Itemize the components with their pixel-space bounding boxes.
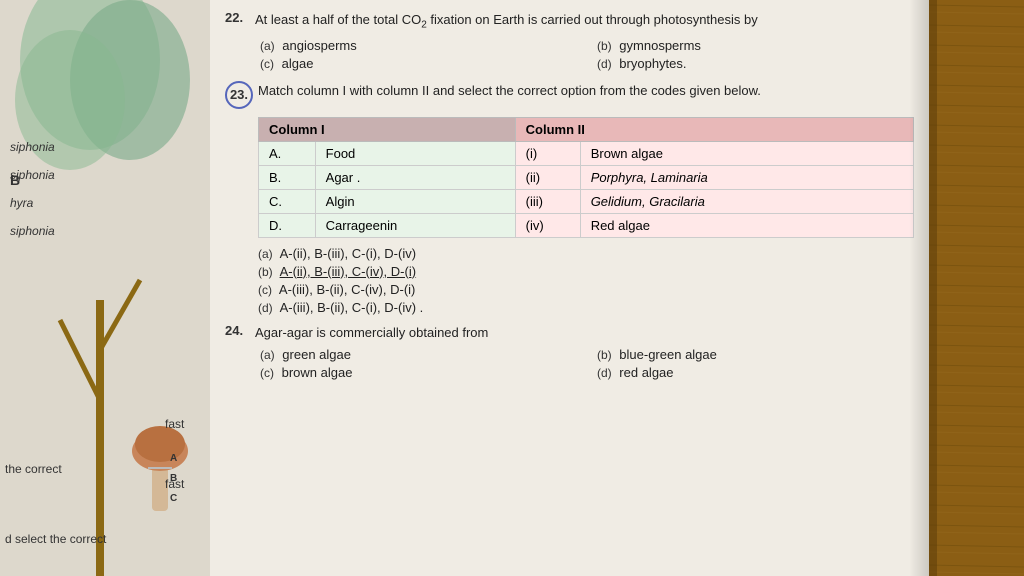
table-row: C. Algin (iii) Gelidium, Gracilaria bbox=[259, 189, 914, 213]
col1-header: Column I bbox=[259, 117, 516, 141]
row4-col2-label: (iv) bbox=[515, 213, 580, 237]
question-22: 22. At least a half of the total CO2 fix… bbox=[225, 10, 914, 71]
q22-text: At least a half of the total CO2 fixatio… bbox=[255, 10, 914, 33]
option-a: (a) angiosperms bbox=[260, 38, 577, 53]
row1-col2-label: (i) bbox=[515, 141, 580, 165]
row2-col1: Agar . bbox=[315, 165, 515, 189]
svg-text:C: C bbox=[170, 493, 177, 504]
q24-options: (a) green algae (b) blue-green algae (c)… bbox=[255, 347, 914, 380]
fast-label-2: fast bbox=[165, 477, 184, 491]
sidebar-label-3: hyra bbox=[10, 196, 55, 210]
sidebar-labels: siphonia siphonia hyra siphonia bbox=[10, 140, 55, 238]
row4-col2: Red algae bbox=[580, 213, 913, 237]
match-table: Column I Column II A. Food (i) Brown alg… bbox=[258, 117, 914, 238]
row1-col1: Food bbox=[315, 141, 515, 165]
table-row: B. Agar . (ii) Porphyra, Laminaria bbox=[259, 165, 914, 189]
row3-col1-label: C. bbox=[259, 189, 316, 213]
col2-header: Column II bbox=[515, 117, 913, 141]
q23-text: Match column I with column II and select… bbox=[258, 81, 914, 101]
q23-number-circle: 23. bbox=[225, 81, 253, 109]
svg-text:A: A bbox=[170, 453, 177, 464]
q22-content: At least a half of the total CO2 fixatio… bbox=[255, 10, 914, 71]
row4-col1: Carrageenin bbox=[315, 213, 515, 237]
row3-col1: Algin bbox=[315, 189, 515, 213]
right-sidebar: ur Class bbox=[929, 0, 1024, 576]
row1-col1-label: A. bbox=[259, 141, 316, 165]
main-content: 22. At least a half of the total CO2 fix… bbox=[210, 0, 929, 576]
answer-d: (d) A-(iii), B-(ii), C-(i), D-(iv) . bbox=[258, 300, 914, 315]
option-c: (c) algae bbox=[260, 56, 577, 71]
q24-text: Agar-agar is commercially obtained from bbox=[255, 323, 914, 343]
sidebar-label-1: siphonia bbox=[10, 140, 55, 154]
answer-c: (c) A-(iii), B-(ii), C-(iv), D-(i) bbox=[258, 282, 914, 297]
q24-option-d: (d) red algae bbox=[597, 365, 914, 380]
table-row: D. Carrageenin (iv) Red algae bbox=[259, 213, 914, 237]
q24-option-b: (b) blue-green algae bbox=[597, 347, 914, 362]
q23-content: Match column I with column II and select… bbox=[258, 81, 914, 109]
sidebar-label-4: siphonia bbox=[10, 224, 55, 238]
fast-label-1: fast bbox=[165, 417, 184, 431]
row2-col2: Porphyra, Laminaria bbox=[580, 165, 913, 189]
question-24: 24. Agar-agar is commercially obtained f… bbox=[225, 323, 914, 381]
sidebar-label-2: siphonia bbox=[10, 168, 55, 182]
table-row: A. Food (i) Brown algae bbox=[259, 141, 914, 165]
q24-option-a: (a) green algae bbox=[260, 347, 577, 362]
q22-number: 22. bbox=[225, 10, 255, 71]
select-correct-label: d select the correct bbox=[5, 532, 106, 546]
q23-answer-options: (a) A-(ii), B-(iii), C-(i), D-(iv) (b) A… bbox=[225, 246, 914, 315]
q22-options: (a) angiosperms (b) gymnosperms (c) alga… bbox=[255, 38, 914, 71]
the-correct-label: the correct bbox=[5, 462, 62, 476]
answer-b: (b) A-(ii), B-(iii), C-(iv), D-(i) bbox=[258, 264, 914, 279]
row3-col2-label: (iii) bbox=[515, 189, 580, 213]
row3-col2: Gelidium, Gracilaria bbox=[580, 189, 913, 213]
row4-col1-label: D. bbox=[259, 213, 316, 237]
wood-texture bbox=[929, 0, 1024, 576]
option-b: (b) gymnosperms bbox=[597, 38, 914, 53]
option-d: (d) bryophytes. bbox=[597, 56, 914, 71]
q24-number: 24. bbox=[225, 323, 255, 381]
question-23: 23. Match column I with column II and se… bbox=[225, 81, 914, 109]
q24-content: Agar-agar is commercially obtained from … bbox=[255, 323, 914, 381]
row2-col1-label: B. bbox=[259, 165, 316, 189]
left-sidebar: B siphonia siphonia hyra siphonia the co… bbox=[0, 0, 210, 576]
row1-col2: Brown algae bbox=[580, 141, 913, 165]
q24-option-c: (c) brown algae bbox=[260, 365, 577, 380]
row2-col2-label: (ii) bbox=[515, 165, 580, 189]
answer-a: (a) A-(ii), B-(iii), C-(i), D-(iv) bbox=[258, 246, 914, 261]
mushroom-illustration: B C A bbox=[130, 396, 190, 516]
